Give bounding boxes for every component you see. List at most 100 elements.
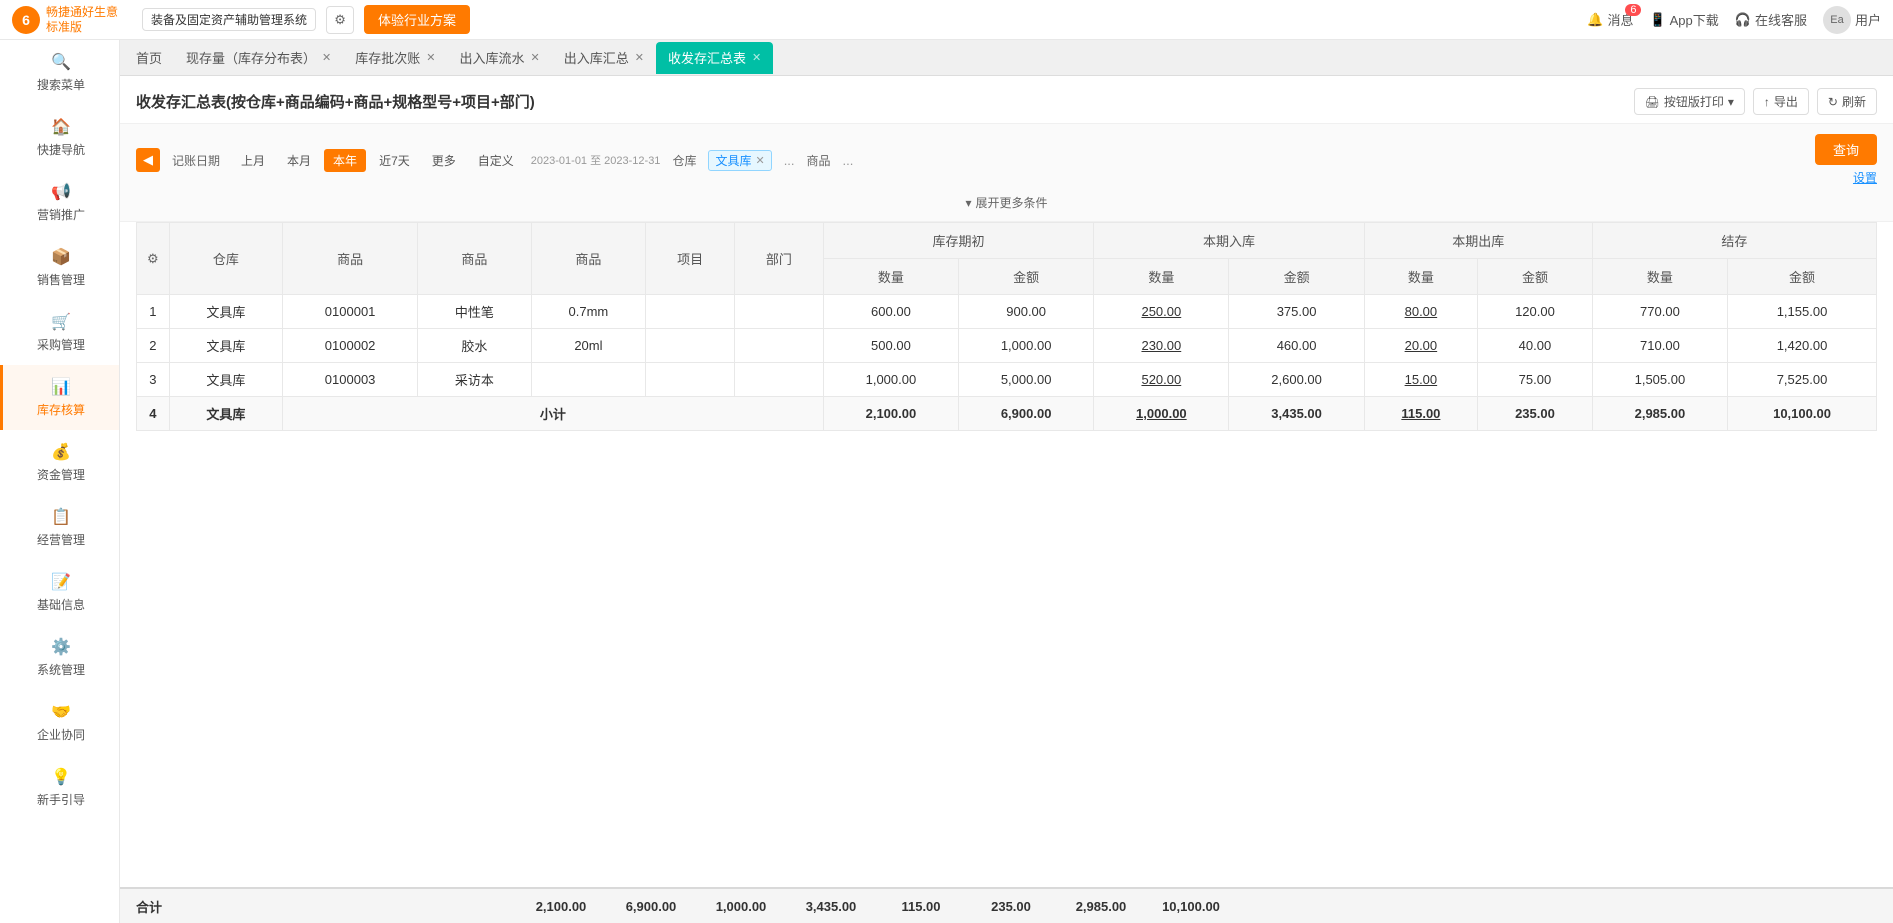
cell-project xyxy=(646,329,735,363)
tab-in-out-flow[interactable]: 出入库流水 ✕ xyxy=(447,42,551,74)
subtotal-balance-amt: 10,100.00 xyxy=(1728,397,1877,431)
footer-opening-qty: 2,100.00 xyxy=(516,899,606,914)
cell-out-qty[interactable]: 80.00 xyxy=(1364,295,1477,329)
settings-icon[interactable]: ⚙ xyxy=(326,6,354,34)
tab-close-batch-account[interactable]: ✕ xyxy=(426,51,435,64)
th-warehouse: 仓库 xyxy=(169,223,282,295)
header-actions: 🖨 按钮版打印 ▾ ↑ 导出 ↻ 刷新 xyxy=(1634,88,1877,115)
tab-home[interactable]: 首页 xyxy=(124,42,174,74)
goods-filter-more[interactable]: ... xyxy=(843,153,854,168)
cell-goods-code: 0100002 xyxy=(282,329,417,363)
sidebar-item-cooperation[interactable]: 🤝 企业协同 xyxy=(0,690,119,755)
table-footer: 合计 2,100.00 6,900.00 1,000.00 3,435.00 1… xyxy=(120,887,1893,923)
date-btn-last-month[interactable]: 上月 xyxy=(232,149,274,172)
sidebar-item-system[interactable]: ⚙️ 系统管理 xyxy=(0,625,119,690)
th-balance: 结存 xyxy=(1592,223,1876,259)
tab-batch-account[interactable]: 库存批次账 ✕ xyxy=(343,42,447,74)
th-opening: 库存期初 xyxy=(823,223,1093,259)
logo-icon: 6 xyxy=(12,6,40,34)
th-department: 部门 xyxy=(735,223,824,295)
subtotal-row: 4 文具库 小计 2,100.00 6,900.00 1,000.00 3,43… xyxy=(137,397,1877,431)
th-out-amt: 金额 xyxy=(1478,259,1593,295)
date-btn-custom[interactable]: 自定义 xyxy=(469,149,523,172)
cell-opening-qty: 600.00 xyxy=(823,295,958,329)
expand-filter-button[interactable]: ▾ 展开更多条件 xyxy=(965,194,1047,211)
tab-close-in-out-summary[interactable]: ✕ xyxy=(635,51,644,64)
footer-in-amt: 3,435.00 xyxy=(786,899,876,914)
cell-out-qty[interactable]: 15.00 xyxy=(1364,363,1477,397)
filter-collapse-button[interactable]: ◀ xyxy=(136,148,160,172)
table-container: ⚙ 仓库 商品 商品 商品 项目 部门 库存期初 本期入库 本期出库 xyxy=(120,222,1893,887)
cell-goods-spec: 0.7mm xyxy=(531,295,646,329)
trial-button[interactable]: 体验行业方案 xyxy=(364,5,470,34)
top-bar-left: 6 畅捷通好生意 标准版 装备及固定资产辅助管理系统 ⚙ 体验行业方案 xyxy=(12,5,470,34)
print-button[interactable]: 🖨 按钮版打印 ▾ xyxy=(1634,88,1745,115)
tab-close-inventory-dist[interactable]: ✕ xyxy=(322,51,331,64)
cell-out-qty[interactable]: 20.00 xyxy=(1364,329,1477,363)
date-btn-more[interactable]: 更多 xyxy=(423,149,465,172)
tab-bar: 首页 现存量（库存分布表） ✕ 库存批次账 ✕ 出入库流水 ✕ 出入库汇总 ✕ xyxy=(120,40,1893,76)
settings-link[interactable]: 设置 xyxy=(1853,169,1877,186)
query-button[interactable]: 查询 xyxy=(1815,134,1877,165)
cell-num: 1 xyxy=(137,295,170,329)
cell-in-amt: 2,600.00 xyxy=(1229,363,1364,397)
cell-goods-name: 中性笔 xyxy=(418,295,531,329)
date-label: 记账日期 xyxy=(172,152,220,169)
sidebar-item-finance[interactable]: 💰 资金管理 xyxy=(0,430,119,495)
sidebar-item-inventory[interactable]: 📊 库存核算 xyxy=(0,365,119,430)
th-opening-qty: 数量 xyxy=(823,259,958,295)
warehouse-tag-close[interactable]: ✕ xyxy=(755,154,764,167)
cell-balance-qty: 710.00 xyxy=(1592,329,1727,363)
tab-close-recv-send-summary[interactable]: ✕ xyxy=(752,51,761,64)
tab-close-in-out-flow[interactable]: ✕ xyxy=(531,51,540,64)
app-wrapper: 6 畅捷通好生意 标准版 装备及固定资产辅助管理系统 ⚙ 体验行业方案 🔔 消息… xyxy=(0,0,1893,923)
user-item[interactable]: Ea 用户 xyxy=(1823,6,1881,34)
th-balance-amt: 金额 xyxy=(1728,259,1877,295)
cell-in-qty[interactable]: 250.00 xyxy=(1094,295,1229,329)
warehouse-filter-more[interactable]: ... xyxy=(784,153,795,168)
sidebar-item-sales[interactable]: 📦 销售管理 xyxy=(0,235,119,300)
app-download-item[interactable]: 📱 App下载 xyxy=(1649,10,1718,29)
refresh-button[interactable]: ↻ 刷新 xyxy=(1817,88,1877,115)
column-settings-icon[interactable]: ⚙ xyxy=(147,251,159,266)
system-icon: ⚙️ xyxy=(51,637,71,657)
online-service-item[interactable]: 🎧 在线客服 xyxy=(1735,10,1807,29)
subtotal-balance-qty: 2,985.00 xyxy=(1592,397,1727,431)
cell-department xyxy=(735,363,824,397)
sidebar-item-marketing[interactable]: 📢 营销推广 xyxy=(0,170,119,235)
home-icon: 🏠 xyxy=(51,117,71,137)
sidebar-item-basic-info[interactable]: 📝 基础信息 xyxy=(0,560,119,625)
subtotal-out-qty[interactable]: 115.00 xyxy=(1364,397,1477,431)
search-icon: 🔍 xyxy=(51,52,71,72)
export-button[interactable]: ↑ 导出 xyxy=(1753,88,1809,115)
date-btn-this-month[interactable]: 本月 xyxy=(278,149,320,172)
sidebar-item-guide[interactable]: 💡 新手引导 xyxy=(0,755,119,820)
footer-balance-qty: 2,985.00 xyxy=(1056,899,1146,914)
guide-icon: 💡 xyxy=(51,767,71,787)
cell-out-amt: 75.00 xyxy=(1478,363,1593,397)
content-area: 首页 现存量（库存分布表） ✕ 库存批次账 ✕ 出入库流水 ✕ 出入库汇总 ✕ xyxy=(120,40,1893,923)
cell-goods-code: 0100001 xyxy=(282,295,417,329)
sidebar-item-operations[interactable]: 📋 经营管理 xyxy=(0,495,119,560)
date-btn-this-year[interactable]: 本年 xyxy=(324,149,366,172)
sidebar-item-quick-nav[interactable]: 🏠 快捷导航 xyxy=(0,105,119,170)
sidebar-item-purchase[interactable]: 🛒 采购管理 xyxy=(0,300,119,365)
tab-inventory-dist[interactable]: 现存量（库存分布表） ✕ xyxy=(174,42,343,74)
sidebar-item-search[interactable]: 🔍 搜索菜单 xyxy=(0,40,119,105)
cell-in-qty[interactable]: 520.00 xyxy=(1094,363,1229,397)
cell-in-qty[interactable]: 230.00 xyxy=(1094,329,1229,363)
filter-right-section: 查询 设置 xyxy=(1815,134,1877,186)
warehouse-tag-text: 文具库 xyxy=(715,152,751,169)
subtotal-opening-qty: 2,100.00 xyxy=(823,397,958,431)
tab-in-out-summary[interactable]: 出入库汇总 ✕ xyxy=(552,42,656,74)
subtotal-in-qty[interactable]: 1,000.00 xyxy=(1094,397,1229,431)
date-range-text: 2023-01-01 至 2023-12-31 xyxy=(531,152,661,168)
system-title[interactable]: 装备及固定资产辅助管理系统 xyxy=(142,8,316,31)
filter-row-expand: ▾ 展开更多条件 xyxy=(136,194,1877,211)
chevron-down-icon: ▾ xyxy=(965,196,971,210)
tab-recv-send-summary[interactable]: 收发存汇总表 ✕ xyxy=(656,42,773,74)
export-icon: ↑ xyxy=(1764,95,1770,109)
date-btn-7days[interactable]: 近7天 xyxy=(370,149,419,172)
filter-row-1: ◀ 记账日期 上月 本月 本年 近7天 更多 自定义 2023-01-01 至 … xyxy=(136,134,1877,186)
notification-item[interactable]: 🔔 消息 6 xyxy=(1587,10,1633,29)
